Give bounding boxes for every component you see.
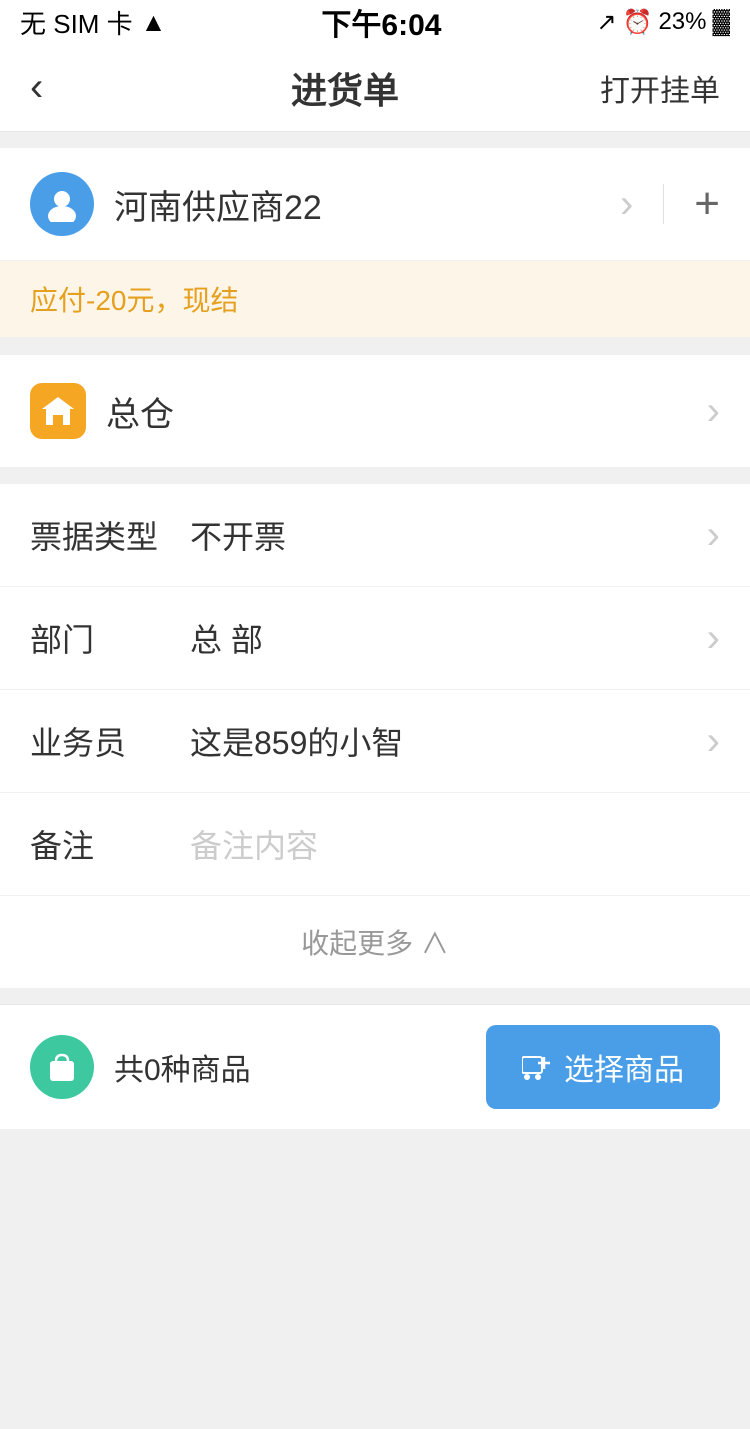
department-label: 部门 (30, 615, 170, 661)
remark-input[interactable]: 备注内容 (170, 821, 720, 867)
warehouse-row[interactable]: 总仓 (0, 355, 750, 468)
invoice-type-row[interactable]: 票据类型 不开票 (0, 484, 750, 587)
section-gap-3 (0, 468, 750, 484)
department-value: 总 部 (170, 615, 707, 661)
salesperson-label: 业务员 (30, 718, 170, 764)
status-left: 无 SIM 卡 ▲ (20, 4, 166, 41)
remark-row[interactable]: 备注 备注内容 (0, 793, 750, 896)
salesperson-value: 这是859的小智 (170, 718, 707, 764)
add-supplier-button[interactable]: + (694, 179, 720, 229)
select-goods-button[interactable]: 选择商品 (486, 1025, 720, 1109)
select-goods-label: 选择商品 (564, 1045, 684, 1089)
department-row[interactable]: 部门 总 部 (0, 587, 750, 690)
form-section: 票据类型 不开票 部门 总 部 业务员 这是859的小智 备注 备注内容 收起更… (0, 484, 750, 988)
page-title: 进货单 (291, 62, 399, 114)
invoice-type-chevron-icon (707, 513, 720, 558)
alarm-icon: ⏰ (623, 8, 653, 37)
shopping-bag-icon (44, 1049, 80, 1085)
status-bar: 无 SIM 卡 ▲ 下午6:04 ↗ ⏰ 23% ▓ (0, 0, 750, 44)
location-icon: ↗ (596, 8, 616, 37)
collapse-button[interactable]: 收起更多 ∧ (0, 896, 750, 988)
bottom-toolbar: 共0种商品 选择商品 (0, 1004, 750, 1129)
cart-plus-icon (522, 1053, 552, 1081)
supplier-avatar (30, 172, 94, 236)
wifi-icon: ▲ (141, 7, 167, 38)
supplier-name: 河南供应商22 (114, 180, 620, 229)
department-chevron-icon (707, 616, 720, 661)
page-background (0, 1129, 750, 1429)
warehouse-name: 总仓 (106, 387, 707, 436)
battery-icon: ▓ (713, 8, 731, 36)
goods-icon-wrap (30, 1035, 94, 1099)
invoice-type-label: 票据类型 (30, 512, 170, 558)
supplier-chevron-icon (620, 182, 633, 227)
warehouse-chevron-icon (707, 389, 720, 434)
invoice-type-value: 不开票 (170, 512, 707, 558)
section-gap-1 (0, 132, 750, 148)
salesperson-row[interactable]: 业务员 这是859的小智 (0, 690, 750, 793)
status-time: 下午6:04 (321, 0, 441, 44)
salesperson-chevron-icon (707, 719, 720, 764)
supplier-divider (663, 184, 664, 224)
notice-bar: 应付-20元，现结 (0, 261, 750, 338)
person-icon (44, 186, 80, 222)
supplier-section: 河南供应商22 + 应付-20元，现结 (0, 148, 750, 338)
section-gap-2 (0, 339, 750, 355)
supplier-row[interactable]: 河南供应商22 + (0, 148, 750, 261)
sim-status: 无 SIM 卡 (20, 4, 133, 41)
status-right: ↗ ⏰ 23% ▓ (596, 8, 730, 37)
open-pending-button[interactable]: 打开挂单 (600, 66, 720, 110)
house-icon (40, 395, 76, 427)
goods-count: 共0种商品 (114, 1045, 486, 1089)
nav-bar: ‹ 进货单 打开挂单 (0, 44, 750, 132)
warehouse-icon-wrap (30, 383, 86, 439)
remark-label: 备注 (30, 821, 170, 867)
battery-text: 23% (658, 8, 706, 36)
back-button[interactable]: ‹ (30, 65, 90, 110)
